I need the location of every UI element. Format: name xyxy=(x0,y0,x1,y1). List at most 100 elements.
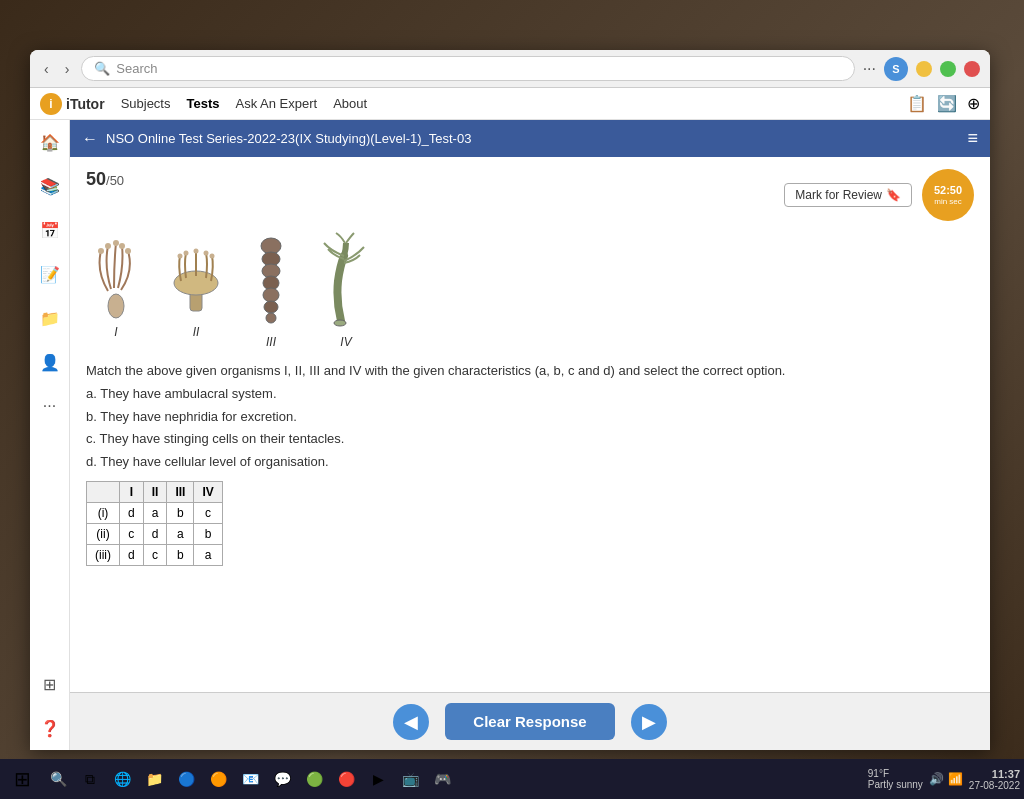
clear-response-button[interactable]: Clear Response xyxy=(445,703,614,740)
option-row-i[interactable]: (i) d a b c xyxy=(87,502,223,523)
taskbar-chrome[interactable]: 🔵 xyxy=(172,765,200,793)
logo-text: iTutor xyxy=(66,96,105,112)
organism-3-label: III xyxy=(266,335,276,349)
organism-1: I xyxy=(86,231,146,349)
nav-tests[interactable]: Tests xyxy=(187,96,220,111)
option-i-col3: b xyxy=(167,502,194,523)
taskbar-app1[interactable]: 🟠 xyxy=(204,765,232,793)
page-title: NSO Online Test Series-2022-23(IX Studyi… xyxy=(106,131,471,146)
taskbar-app5[interactable]: 🔴 xyxy=(332,765,360,793)
minimize-button[interactable] xyxy=(916,61,932,77)
header-menu-icon[interactable]: ≡ xyxy=(967,128,978,149)
browser-menu-button[interactable]: ··· xyxy=(863,60,876,78)
sidebar-item-more[interactable]: ··· xyxy=(36,392,64,420)
timer-badge: 52:50 min sec xyxy=(922,169,974,221)
option-ii-col3: a xyxy=(167,523,194,544)
mark-review-label: Mark for Review xyxy=(795,188,882,202)
maximize-button[interactable] xyxy=(940,61,956,77)
browser-window: ‹ › 🔍 Search ··· S i iTutor Subjects Tes… xyxy=(30,50,990,750)
nav-menu: Subjects Tests Ask An Expert About xyxy=(121,96,368,111)
taskbar-task-view[interactable]: ⧉ xyxy=(76,765,104,793)
logo-icon: i xyxy=(40,93,62,115)
taskbar-explorer[interactable]: 📁 xyxy=(140,765,168,793)
svg-point-1 xyxy=(98,248,104,254)
address-bar[interactable]: 🔍 Search xyxy=(81,56,854,81)
question-header: 50/50 Mark for Review 🔖 52:50 min sec xyxy=(86,169,974,221)
start-button[interactable]: ⊞ xyxy=(4,761,40,797)
close-button[interactable] xyxy=(964,61,980,77)
copy-icon[interactable]: 📋 xyxy=(907,94,927,113)
taskbar-app8[interactable]: 🎮 xyxy=(428,765,456,793)
sidebar-item-activity[interactable]: 🏠 xyxy=(36,128,64,156)
page-back-button[interactable]: ← xyxy=(82,130,98,148)
taskbar-app3[interactable]: 💬 xyxy=(268,765,296,793)
option-row-ii[interactable]: (ii) c d a b xyxy=(87,523,223,544)
option-i-col4: c xyxy=(194,502,222,523)
sidebar-item-assignments[interactable]: 📝 xyxy=(36,260,64,288)
svg-point-20 xyxy=(334,320,346,326)
organism-1-image xyxy=(86,231,146,321)
organism-3: III xyxy=(246,231,296,349)
toolbar-right-icons: 📋 🔄 ⊕ xyxy=(907,94,980,113)
organism-3-image xyxy=(246,231,296,331)
svg-point-17 xyxy=(263,288,279,302)
organism-2: II xyxy=(166,231,226,349)
sidebar-item-files[interactable]: 📁 xyxy=(36,304,64,332)
svg-point-18 xyxy=(264,301,278,313)
prev-button[interactable]: ◀ xyxy=(393,704,429,740)
app-logo: i iTutor xyxy=(40,93,105,115)
svg-point-12 xyxy=(210,254,215,259)
taskbar-app4[interactable]: 🟢 xyxy=(300,765,328,793)
content-area: 🏠 📚 📅 📝 📁 👤 ··· ⊞ ❓ ← NSO Online Test Se… xyxy=(30,120,990,750)
app-toolbar: i iTutor Subjects Tests Ask An Expert Ab… xyxy=(30,88,990,120)
option-i-label: (i) xyxy=(87,502,120,523)
refresh-icon[interactable]: 🔄 xyxy=(937,94,957,113)
characteristic-d: d. They have cellular level of organisat… xyxy=(86,452,974,473)
user-avatar[interactable]: S xyxy=(884,57,908,81)
taskbar-edge[interactable]: 🌐 xyxy=(108,765,136,793)
characteristic-b: b. They have nephridia for excretion. xyxy=(86,407,974,428)
address-text: Search xyxy=(116,61,157,76)
option-i-col2: a xyxy=(143,502,167,523)
mark-review-button[interactable]: Mark for Review 🔖 xyxy=(784,183,912,207)
taskbar-app6[interactable]: ▶ xyxy=(364,765,392,793)
sidebar-item-tests[interactable]: 📚 xyxy=(36,172,64,200)
taskbar-app2[interactable]: 📧 xyxy=(236,765,264,793)
svg-point-5 xyxy=(125,248,131,254)
next-button[interactable]: ▶ xyxy=(631,704,667,740)
taskbar-wifi-icon: 🔊 xyxy=(929,772,944,786)
taskbar-volume-icon: 📶 xyxy=(948,772,963,786)
question-area: 50/50 Mark for Review 🔖 52:50 min sec xyxy=(70,157,990,692)
forward-button[interactable]: › xyxy=(61,59,74,79)
nav-about[interactable]: About xyxy=(333,96,367,111)
nav-subjects[interactable]: Subjects xyxy=(121,96,171,111)
main-content: ← NSO Online Test Series-2022-23(IX Stud… xyxy=(70,120,990,750)
svg-point-9 xyxy=(184,251,189,256)
browser-chrome: ‹ › 🔍 Search ··· S xyxy=(30,50,990,88)
organisms-area: I xyxy=(86,231,974,349)
question-total: /50 xyxy=(106,173,124,188)
page-header: ← NSO Online Test Series-2022-23(IX Stud… xyxy=(70,120,990,157)
option-iii-col3: b xyxy=(167,544,194,565)
sidebar-item-help[interactable]: ❓ xyxy=(36,714,64,742)
organism-4: IV xyxy=(316,231,376,349)
col-header-iv: IV xyxy=(194,481,222,502)
nav-ask-expert[interactable]: Ask An Expert xyxy=(236,96,318,111)
organism-1-label: I xyxy=(114,325,117,339)
option-iii-col1: d xyxy=(120,544,144,565)
option-row-iii[interactable]: (iii) d c b a xyxy=(87,544,223,565)
taskbar-search[interactable]: 🔍 xyxy=(44,765,72,793)
sidebar-item-calendar[interactable]: 📅 xyxy=(36,216,64,244)
taskbar: ⊞ 🔍 ⧉ 🌐 📁 🔵 🟠 📧 💬 🟢 🔴 ▶ 📺 🎮 91°F Partly … xyxy=(0,759,1024,799)
add-icon[interactable]: ⊕ xyxy=(967,94,980,113)
taskbar-app7[interactable]: 📺 xyxy=(396,765,424,793)
back-button[interactable]: ‹ xyxy=(40,59,53,79)
sidebar-item-tutor[interactable]: 👤 xyxy=(36,348,64,376)
bottom-bar: ◀ Clear Response ▶ xyxy=(70,692,990,750)
taskbar-clock[interactable]: 11:37 27-08-2022 xyxy=(969,768,1020,791)
timer-label: min sec xyxy=(934,197,962,207)
svg-point-0 xyxy=(108,294,124,318)
sidebar: 🏠 📚 📅 📝 📁 👤 ··· ⊞ ❓ xyxy=(30,120,70,750)
sidebar-item-apps[interactable]: ⊞ xyxy=(36,670,64,698)
characteristic-c: c. They have stinging cells on their ten… xyxy=(86,429,974,450)
